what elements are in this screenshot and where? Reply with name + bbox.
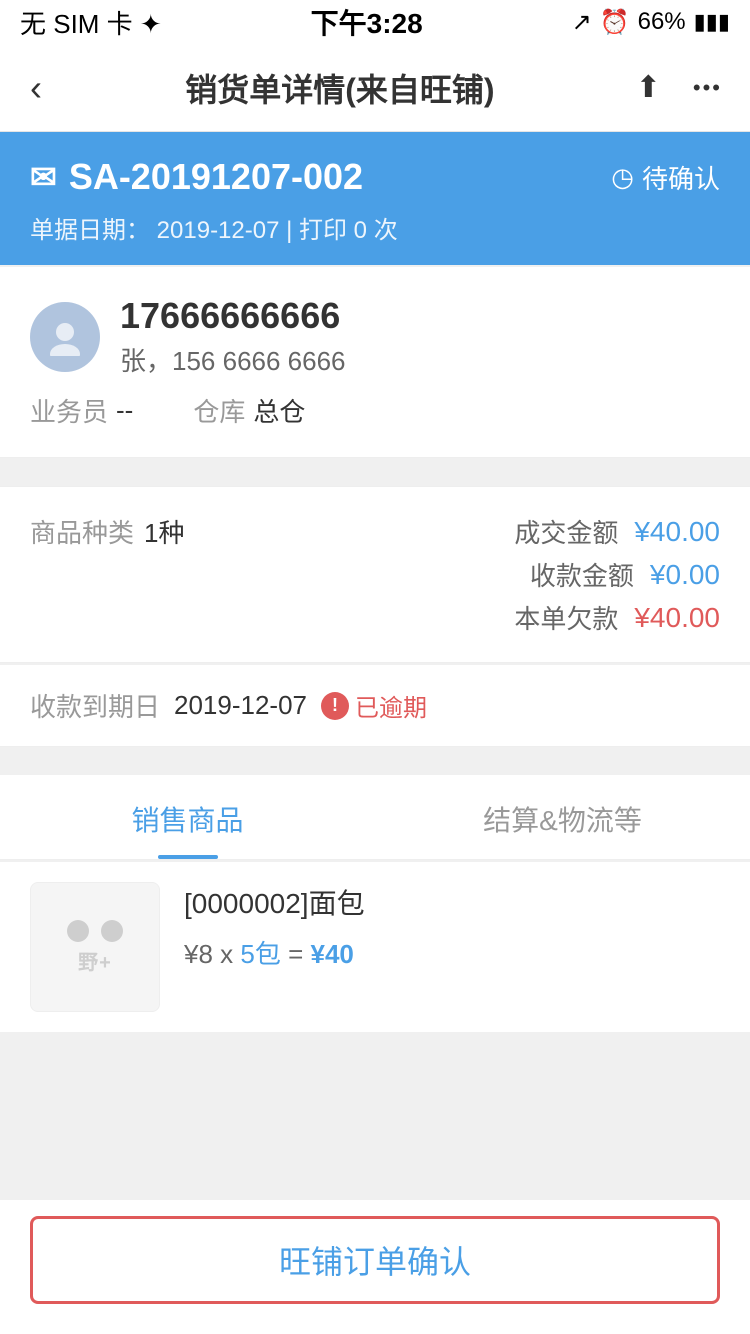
price-amount: ¥8 bbox=[184, 939, 213, 969]
status-clock-icon: ◷ bbox=[611, 162, 634, 193]
tab-settlement[interactable]: 结算&物流等 bbox=[375, 775, 750, 859]
summary-row: 商品种类 1种 成交金额 ¥40.00 收款金额 ¥0.00 本单欠款 ¥40.… bbox=[30, 513, 720, 636]
owl-eye-right bbox=[101, 920, 123, 942]
overdue-icon: ! bbox=[321, 692, 349, 720]
due-date-label: 收款到期日 bbox=[30, 687, 160, 724]
price-equal: = bbox=[288, 939, 310, 969]
product-thumbnail: 野+ bbox=[30, 882, 160, 1012]
status-bar: 无 SIM 卡 ✦ 下午3:28 ↗ ⏰ 66% ▮▮▮ bbox=[0, 0, 750, 44]
order-id-text: SA-20191207-002 bbox=[69, 156, 363, 198]
customer-info: 17666666666 张，156 6666 6666 bbox=[120, 295, 346, 378]
amount-received-label: 收款金额 bbox=[530, 556, 634, 593]
order-date-label: 单据日期： bbox=[30, 217, 150, 244]
confirm-button-container: 旺铺订单确认 bbox=[0, 1200, 750, 1334]
due-date-section: 收款到期日 2019-12-07 ! 已逾期 bbox=[0, 665, 750, 747]
divider-1 bbox=[0, 458, 750, 472]
product-name: [0000002]面包 bbox=[184, 882, 720, 922]
owl-eye-left bbox=[67, 920, 89, 942]
warehouse-label: 仓库 bbox=[193, 392, 245, 429]
customer-card: 17666666666 张，156 6666 6666 业务员 -- 仓库 总仓 bbox=[0, 267, 750, 458]
status-text: 待确认 bbox=[642, 159, 720, 196]
confirm-button-label: 旺铺订单确认 bbox=[279, 1237, 471, 1283]
amount-due-value: ¥40.00 bbox=[634, 602, 720, 634]
battery-level: 66% bbox=[638, 8, 686, 36]
status-time: 下午3:28 bbox=[311, 2, 423, 42]
product-price: ¥8 x 5包 = ¥40 bbox=[184, 934, 720, 971]
customer-phone: 17666666666 bbox=[120, 295, 346, 337]
amounts: 成交金额 ¥40.00 收款金额 ¥0.00 本单欠款 ¥40.00 bbox=[514, 513, 720, 636]
warehouse-item: 仓库 总仓 bbox=[193, 392, 305, 429]
battery-icon: ▮▮▮ bbox=[694, 9, 730, 35]
product-thumb-inner: 野+ bbox=[67, 920, 123, 975]
more-button[interactable]: ••• bbox=[685, 67, 730, 109]
back-button[interactable]: ‹ bbox=[20, 60, 52, 116]
summary-section: 商品种类 1种 成交金额 ¥40.00 收款金额 ¥0.00 本单欠款 ¥40.… bbox=[0, 486, 750, 663]
product-info: [0000002]面包 ¥8 x 5包 = ¥40 bbox=[184, 882, 720, 971]
location-icon: ↗ bbox=[572, 8, 592, 37]
customer-name: 张，156 6666 6666 bbox=[120, 341, 346, 378]
page-title: 销货单详情(来自旺铺) bbox=[52, 65, 628, 111]
tabs-container: 销售商品 结算&物流等 bbox=[0, 775, 750, 860]
amount-deal-label: 成交金额 bbox=[514, 513, 618, 550]
product-item: 野+ [0000002]面包 ¥8 x 5包 = ¥40 bbox=[30, 882, 720, 1012]
product-section: 野+ [0000002]面包 ¥8 x 5包 = ¥40 bbox=[0, 862, 750, 1032]
owl-text: 野+ bbox=[78, 946, 112, 975]
amount-row-due: 本单欠款 ¥40.00 bbox=[514, 599, 720, 636]
overdue-text: 已逾期 bbox=[355, 688, 427, 723]
product-kind: 商品种类 1种 bbox=[30, 513, 184, 550]
amount-due-label: 本单欠款 bbox=[514, 599, 618, 636]
sim-status: 无 SIM 卡 ✦ bbox=[20, 4, 162, 41]
order-header: ✉ SA-20191207-002 ◷ 待确认 单据日期： 2019-12-07… bbox=[0, 132, 750, 265]
overdue-badge: ! 已逾期 bbox=[321, 688, 427, 723]
divider-2 bbox=[0, 747, 750, 761]
alarm-icon: ⏰ bbox=[600, 8, 630, 37]
amount-received-value: ¥0.00 bbox=[650, 559, 720, 591]
sales-value: -- bbox=[116, 395, 133, 426]
order-status: ◷ 待确认 bbox=[611, 159, 720, 196]
amount-row-deal: 成交金额 ¥40.00 bbox=[514, 513, 720, 550]
avatar bbox=[30, 302, 100, 372]
confirm-order-button[interactable]: 旺铺订单确认 bbox=[30, 1216, 720, 1304]
customer-meta: 业务员 -- 仓库 总仓 bbox=[30, 392, 720, 429]
price-qty: 5包 bbox=[240, 939, 280, 969]
kind-value: 1种 bbox=[144, 513, 184, 550]
status-right: ↗ ⏰ 66% ▮▮▮ bbox=[572, 8, 730, 37]
order-id-container: ✉ SA-20191207-002 bbox=[30, 156, 363, 198]
price-multiply: x bbox=[220, 939, 240, 969]
kind-label: 商品种类 bbox=[30, 513, 134, 550]
tab-sales[interactable]: 销售商品 bbox=[0, 775, 375, 859]
order-icon: ✉ bbox=[30, 158, 57, 196]
amount-row-received: 收款金额 ¥0.00 bbox=[530, 556, 720, 593]
sales-label: 业务员 bbox=[30, 392, 108, 429]
nav-actions: ⬆ ••• bbox=[628, 62, 730, 113]
warehouse-value: 总仓 bbox=[253, 392, 305, 429]
amount-deal-value: ¥40.00 bbox=[634, 516, 720, 548]
order-print-info: | 打印 0 次 bbox=[286, 217, 398, 244]
nav-bar: ‹ 销货单详情(来自旺铺) ⬆ ••• bbox=[0, 44, 750, 132]
order-date-row: 单据日期： 2019-12-07 | 打印 0 次 bbox=[30, 210, 720, 245]
price-total: ¥40 bbox=[311, 939, 354, 969]
owl-eyes bbox=[67, 920, 123, 942]
status-left: 无 SIM 卡 ✦ bbox=[20, 4, 162, 41]
share-button[interactable]: ⬆ bbox=[628, 62, 669, 113]
due-date-value: 2019-12-07 bbox=[174, 690, 307, 721]
order-date-value: 2019-12-07 bbox=[157, 217, 280, 244]
sales-item: 业务员 -- bbox=[30, 392, 133, 429]
